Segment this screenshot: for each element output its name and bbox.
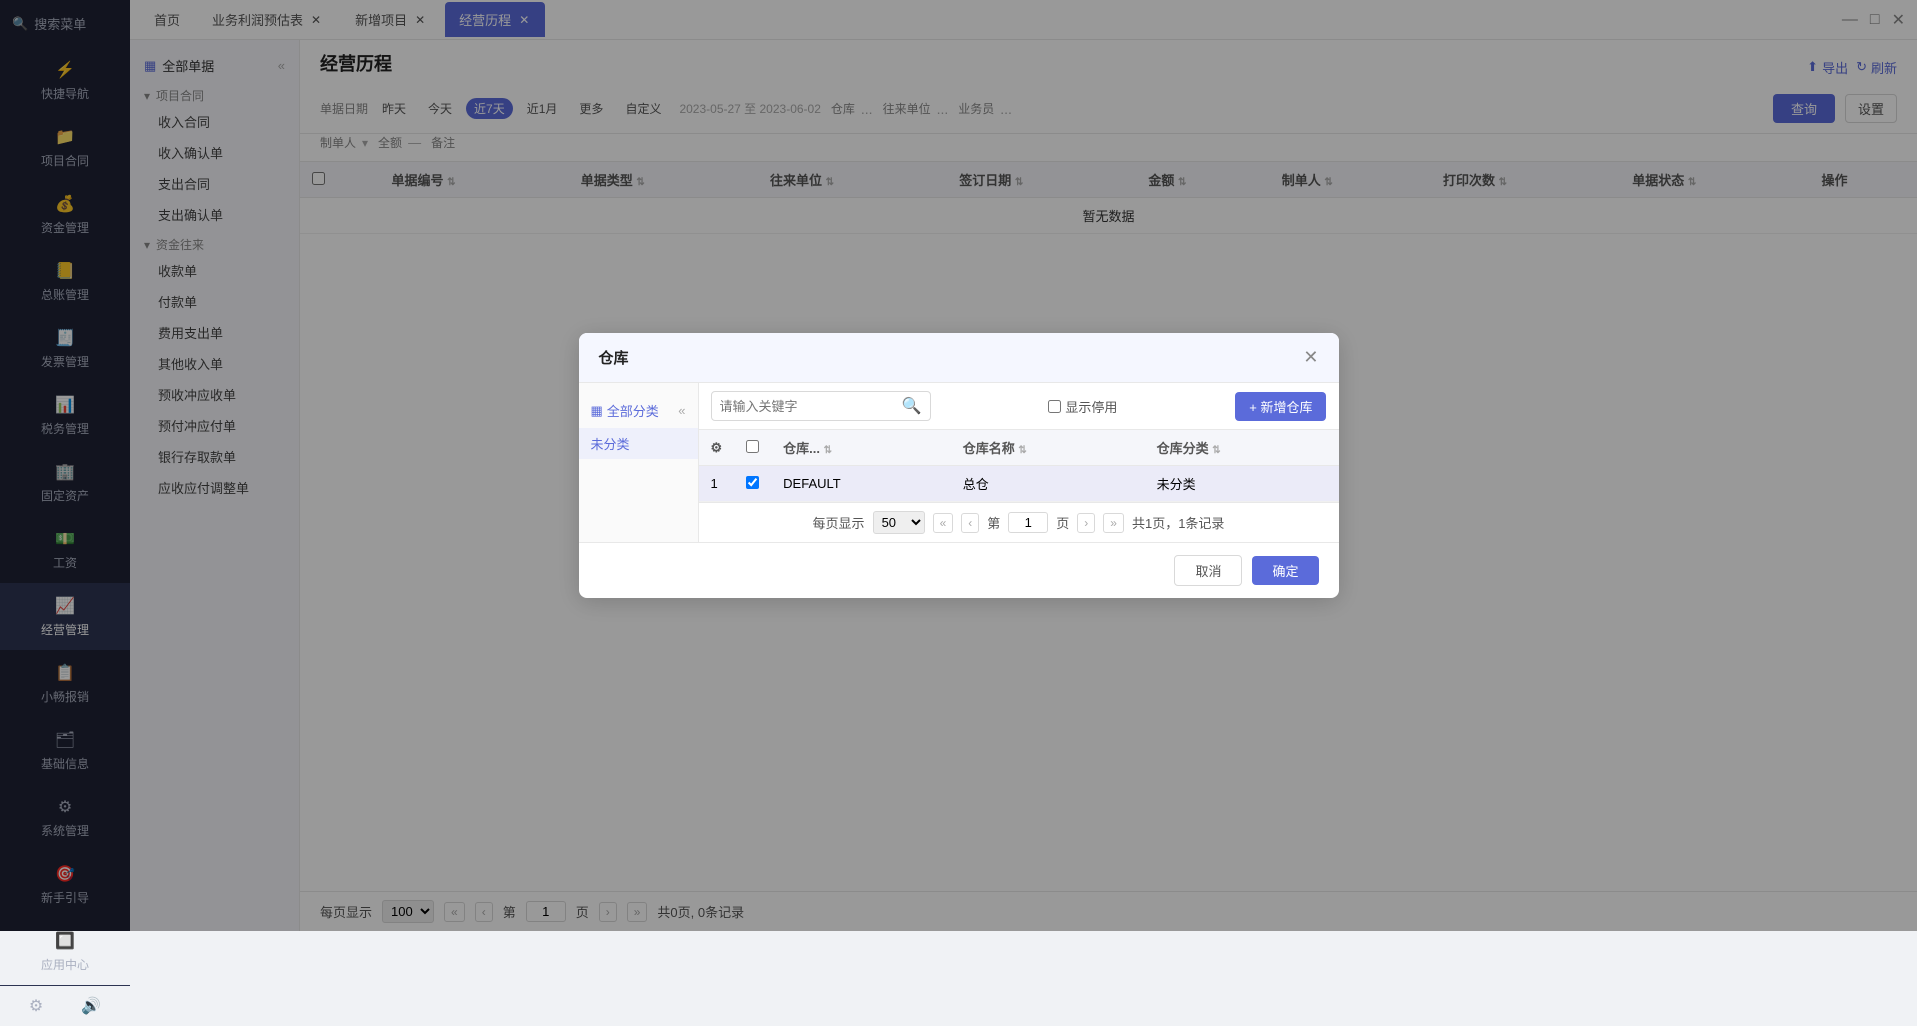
modal-all-categories[interactable]: ▦ 全部分类 «	[579, 393, 698, 428]
modal-page-unit: 页	[1056, 513, 1069, 532]
modal-first-page-btn[interactable]: «	[933, 513, 954, 533]
modal-page-number-input[interactable]	[1008, 512, 1048, 533]
modal-page-size-select[interactable]: 50 100	[873, 511, 925, 534]
modal-td-category: 未分类	[1145, 466, 1339, 502]
modal-warehouse-table: ⚙ 仓库... ⇅ 仓库名称	[699, 430, 1339, 502]
app-icon: 🔲	[54, 930, 76, 952]
cancel-button[interactable]: 取消	[1174, 555, 1242, 586]
show-disabled-checkbox-group: 显示停用	[1048, 397, 1117, 416]
modal-td-check	[734, 466, 771, 502]
modal-search-icon[interactable]: 🔍	[902, 396, 922, 416]
modal-footer: 取消 确定	[579, 542, 1339, 598]
all-categories-label: 全部分类	[607, 401, 659, 420]
modal-td-gear: 1	[699, 466, 735, 502]
modal-row-checkbox[interactable]	[746, 476, 759, 489]
modal-td-name: 总仓	[951, 466, 1145, 502]
confirm-button[interactable]: 确定	[1252, 556, 1318, 585]
collapse-modal-left-icon[interactable]: «	[678, 403, 685, 418]
show-disabled-label: 显示停用	[1065, 397, 1117, 416]
modal-left-uncategorized[interactable]: 未分类	[579, 428, 698, 459]
modal-title: 仓库	[599, 347, 629, 368]
modal-th-name: 仓库名称 ⇅	[951, 430, 1145, 466]
modal-page-size-label: 每页显示	[813, 513, 865, 532]
gear-icon[interactable]: ⚙	[711, 440, 723, 455]
modal-pagination: 每页显示 50 100 « ‹ 第 页 › » 共1页，1条记录	[699, 502, 1339, 542]
modal-last-page-btn[interactable]: »	[1103, 513, 1124, 533]
modal-overlay: 仓库 ✕ ▦ 全部分类 « 未分类 🔍	[0, 0, 1917, 931]
audio-bottom-icon[interactable]: 🔊	[81, 996, 101, 1016]
modal-body: ▦ 全部分类 « 未分类 🔍 显示停用	[579, 383, 1339, 542]
modal-page-label: 第	[987, 513, 1000, 532]
modal-select-all-checkbox[interactable]	[746, 440, 759, 453]
modal-next-page-btn[interactable]: ›	[1077, 513, 1095, 533]
modal-table-row[interactable]: 1 DEFAULT 总仓 未分类	[699, 466, 1339, 502]
modal-td-code: DEFAULT	[771, 466, 951, 502]
sidebar-item-label: 应用中心	[41, 956, 89, 973]
all-categories-icon: ▦	[591, 403, 603, 419]
modal-th-category: 仓库分类 ⇅	[1145, 430, 1339, 466]
modal-table-area: ⚙ 仓库... ⇅ 仓库名称	[699, 430, 1339, 502]
modal-total-records: 共1页，1条记录	[1132, 513, 1224, 532]
modal-toolbar: 🔍 显示停用 + 新增仓库	[699, 383, 1339, 430]
modal-th-gear: ⚙	[699, 430, 735, 466]
modal-prev-page-btn[interactable]: ‹	[961, 513, 979, 533]
modal-close-btn[interactable]: ✕	[1303, 347, 1318, 368]
modal-search-input[interactable]	[720, 399, 896, 414]
modal-th-check	[734, 430, 771, 466]
show-disabled-checkbox[interactable]	[1048, 400, 1061, 413]
modal-right-panel: 🔍 显示停用 + 新增仓库 ⚙	[699, 383, 1339, 542]
modal-header: 仓库 ✕	[579, 333, 1339, 383]
modal-sort-icon-code[interactable]: ⇅	[824, 445, 832, 456]
modal-search-box[interactable]: 🔍	[711, 391, 931, 421]
warehouse-modal: 仓库 ✕ ▦ 全部分类 « 未分类 🔍	[579, 333, 1339, 598]
modal-sort-icon-name[interactable]: ⇅	[1018, 445, 1026, 456]
add-warehouse-button[interactable]: + 新增仓库	[1235, 392, 1326, 421]
sidebar-bottom: ⚙ 🔊	[0, 985, 130, 1026]
settings-bottom-icon[interactable]: ⚙	[29, 996, 43, 1016]
modal-th-code: 仓库... ⇅	[771, 430, 951, 466]
modal-left-panel: ▦ 全部分类 « 未分类	[579, 383, 699, 542]
modal-sort-icon-cat[interactable]: ⇅	[1212, 445, 1220, 456]
modal-table-header-row: ⚙ 仓库... ⇅ 仓库名称	[699, 430, 1339, 466]
